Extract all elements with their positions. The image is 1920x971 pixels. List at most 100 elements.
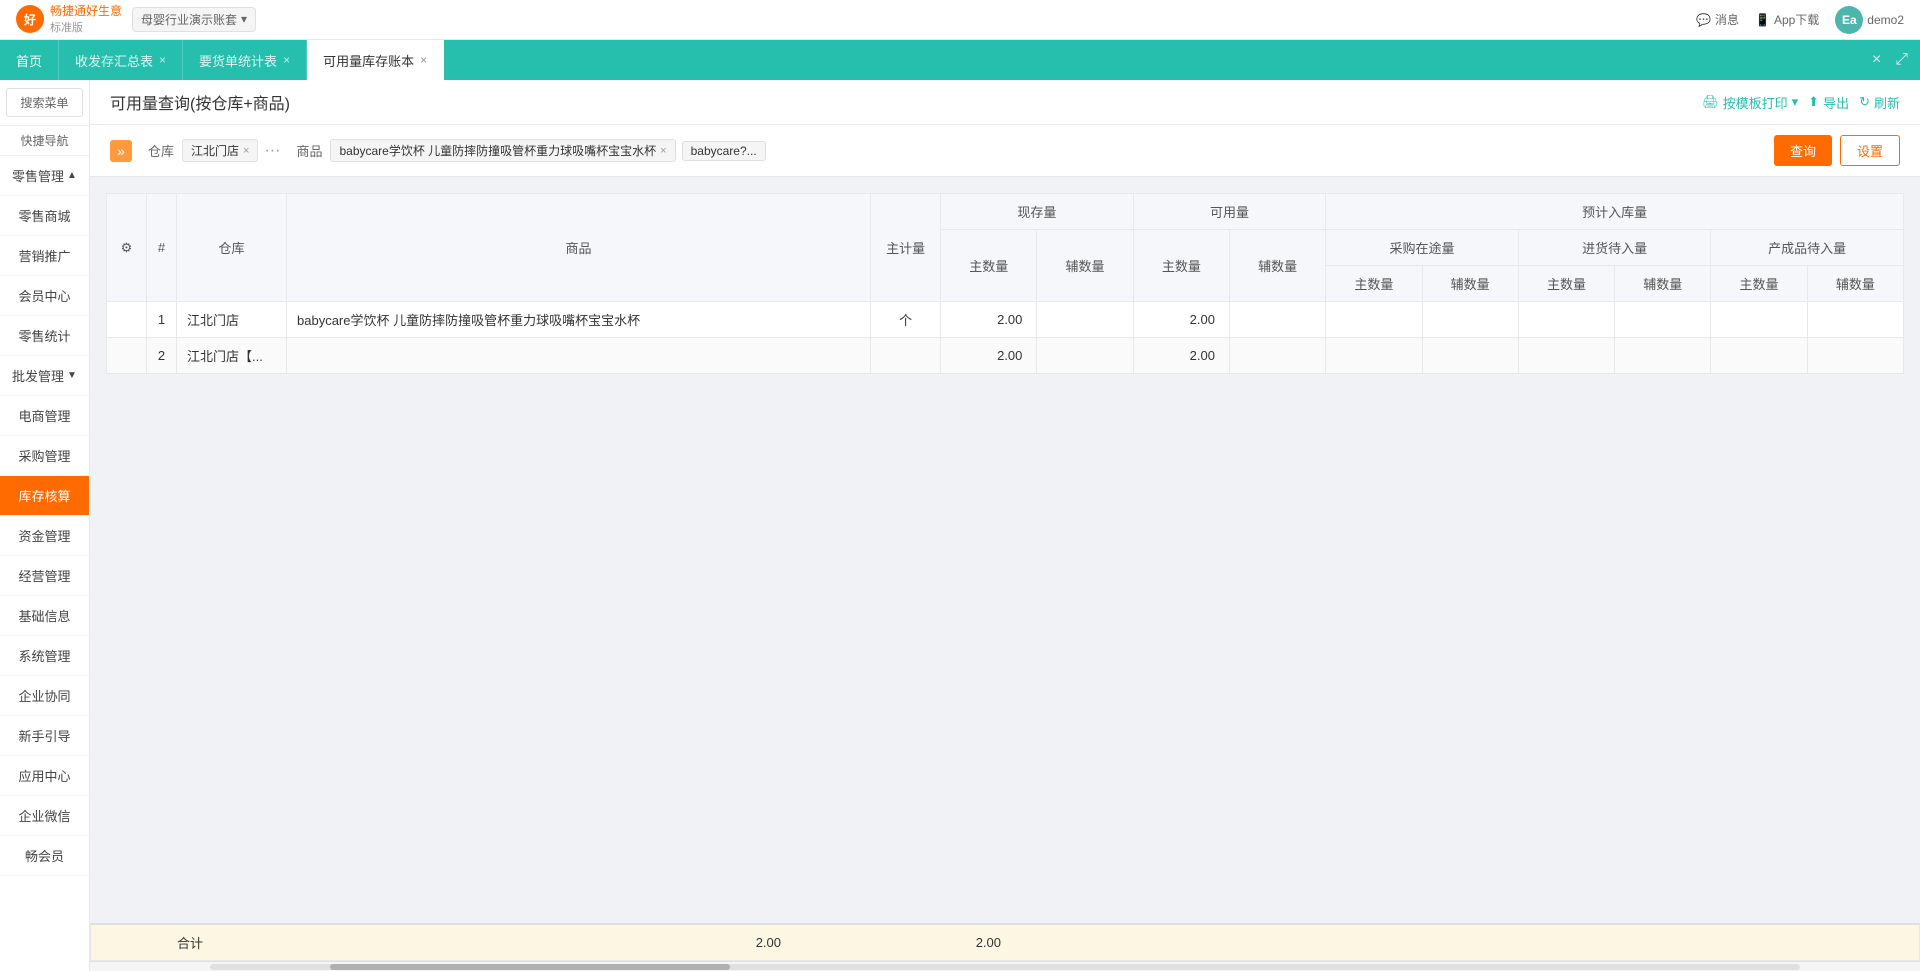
sidebar-item-marketing[interactable]: 营销推广 <box>0 236 89 276</box>
export-icon: ⬆ <box>1808 94 1819 110</box>
warehouse-filter-label: 仓库 <box>148 141 174 160</box>
tab-close-icon[interactable]: × <box>420 53 427 67</box>
table-row: 1 江北门店 babycare学饮杯 儿童防摔防撞吸管杯重力球吸嘴杯宝宝水杯 个… <box>107 302 1904 338</box>
sidebar-item-newbie[interactable]: 新手引导 <box>0 716 89 756</box>
row-unit <box>871 338 941 374</box>
tab-close-icon[interactable]: × <box>159 53 166 67</box>
filter-more-icon[interactable]: ··· <box>264 142 280 160</box>
sidebar-item-wholesale-mgmt[interactable]: 批发管理 ▼ <box>0 356 89 396</box>
filter-expand-button[interactable]: » <box>110 140 132 162</box>
th-warehouse: 仓库 <box>177 194 287 302</box>
query-button[interactable]: 查询 <box>1774 135 1832 166</box>
row-current-main: 2.00 <box>941 338 1037 374</box>
print-icon: 🖨 <box>1702 94 1719 110</box>
row-index: 1 <box>147 302 177 338</box>
tab-expand-button[interactable]: ⤢ <box>1891 47 1912 73</box>
product-tag-2[interactable]: babycare?... <box>682 141 766 161</box>
tab-bar-end: × ⤢ <box>1868 40 1920 80</box>
download-icon: 📱 <box>1755 13 1770 27</box>
tab-available-inventory[interactable]: 可用量库存账本 × <box>307 40 444 80</box>
tab-close-all-button[interactable]: × <box>1868 47 1885 73</box>
sidebar-item-operations[interactable]: 经营管理 <box>0 556 89 596</box>
tag-close-icon[interactable]: × <box>660 145 666 157</box>
warehouse-tag[interactable]: 江北门店 × <box>182 139 258 162</box>
th-incoming-aux: 辅数量 <box>1615 266 1711 302</box>
th-current-stock: 现存量 <box>941 194 1134 230</box>
row-purchase-main <box>1326 302 1422 338</box>
sidebar-item-retail-mall[interactable]: 零售商城 <box>0 196 89 236</box>
tab-close-icon[interactable]: × <box>283 53 290 67</box>
th-purchase-aux: 辅数量 <box>1422 266 1518 302</box>
row-finished-aux <box>1807 338 1903 374</box>
scrollbar-track <box>210 964 1800 970</box>
row-current-aux <box>1037 338 1133 374</box>
print-button[interactable]: 🖨 按模板打印 ▾ <box>1702 93 1798 112</box>
tag-close-icon[interactable]: × <box>243 145 249 157</box>
row-purchase-aux <box>1422 338 1518 374</box>
horizontal-scrollbar[interactable] <box>90 961 1920 971</box>
page-actions: 🖨 按模板打印 ▾ ⬆ 导出 ↻ 刷新 <box>1702 93 1900 112</box>
top-bar-right: 💬 消息 📱 App下载 Ea demo2 <box>1696 6 1904 34</box>
message-icon: 💬 <box>1696 13 1711 27</box>
page-title: 可用量查询(按仓库+商品) <box>110 90 290 114</box>
logo-text: 畅捷通好生意 标准版 <box>50 4 122 34</box>
sidebar-item-ecommerce[interactable]: 电商管理 <box>0 396 89 436</box>
app-download-button[interactable]: 📱 App下载 <box>1755 11 1819 28</box>
quick-nav-button[interactable]: 快捷导航 <box>0 126 89 156</box>
row-avail-main: 2.00 <box>1133 302 1229 338</box>
row-product <box>287 338 871 374</box>
logo-icon: 好 <box>16 5 44 33</box>
sidebar-item-purchase[interactable]: 采购管理 <box>0 436 89 476</box>
row-incoming-aux <box>1615 302 1711 338</box>
row-avail-aux <box>1229 302 1325 338</box>
industry-selector[interactable]: 母婴行业演示账套 ▾ <box>132 7 256 32</box>
top-bar-left: 好 畅捷通好生意 标准版 母婴行业演示账套 ▾ <box>16 4 256 34</box>
sidebar-item-inventory[interactable]: 库存核算 <box>0 476 89 516</box>
th-finished-main: 主数量 <box>1711 266 1807 302</box>
row-warehouse: 江北门店 <box>177 302 287 338</box>
th-purchase-in-transit: 采购在途量 <box>1326 230 1519 266</box>
warehouse-filter-group: 仓库 江北门店 × ··· <box>148 139 280 162</box>
th-unit: 主计量 <box>871 194 941 302</box>
export-button[interactable]: ⬆ 导出 <box>1808 93 1849 112</box>
inventory-table: ⚙ # 仓库 商品 主计量 现存量 可用量 预计入库量 主数量 辅数量 主数量 … <box>106 193 1904 374</box>
user-profile[interactable]: Ea demo2 <box>1835 6 1904 34</box>
row-current-aux <box>1037 302 1133 338</box>
sidebar-item-retail-mgmt[interactable]: 零售管理 ▲ <box>0 156 89 196</box>
sidebar-item-app-center[interactable]: 应用中心 <box>0 756 89 796</box>
logo-area: 好 畅捷通好生意 标准版 <box>16 4 122 34</box>
refresh-button[interactable]: ↻ 刷新 <box>1859 93 1900 112</box>
th-finished-pending: 产成品待入量 <box>1711 230 1904 266</box>
tab-receive-send[interactable]: 收发存汇总表 × <box>59 40 183 80</box>
row-warehouse: 江北门店【... <box>177 338 287 374</box>
settings-button[interactable]: 设置 <box>1840 135 1900 166</box>
sidebar-search-area: 搜索菜单 <box>0 80 89 126</box>
scrollbar-thumb[interactable] <box>330 964 730 970</box>
row-avail-aux <box>1229 338 1325 374</box>
th-product: 商品 <box>287 194 871 302</box>
content-area: 可用量查询(按仓库+商品) 🖨 按模板打印 ▾ ⬆ 导出 ↻ 刷新 » <box>90 80 1920 971</box>
row-incoming-main <box>1518 338 1614 374</box>
product-tags: babycare学饮杯 儿童防摔防撞吸管杯重力球吸嘴杯宝宝水杯 × babyca… <box>330 139 765 162</box>
message-button[interactable]: 💬 消息 <box>1696 11 1739 28</box>
sidebar-item-enterprise[interactable]: 企业协同 <box>0 676 89 716</box>
row-unit: 个 <box>871 302 941 338</box>
tab-requisition[interactable]: 要货单统计表 × <box>183 40 307 80</box>
search-menu-button[interactable]: 搜索菜单 <box>6 88 83 117</box>
product-tag-1[interactable]: babycare学饮杯 儿童防摔防撞吸管杯重力球吸嘴杯宝宝水杯 × <box>330 139 675 162</box>
sidebar-item-member[interactable]: 会员中心 <box>0 276 89 316</box>
th-finished-aux: 辅数量 <box>1807 266 1903 302</box>
refresh-icon: ↻ <box>1859 94 1870 110</box>
tab-bar: 首页 收发存汇总表 × 要货单统计表 × 可用量库存账本 × × ⤢ <box>0 40 1920 80</box>
sidebar-item-member2[interactable]: 畅会员 <box>0 836 89 876</box>
sidebar-item-wechat-biz[interactable]: 企业微信 <box>0 796 89 836</box>
chevron-down-icon: ▾ <box>241 12 247 26</box>
tab-home[interactable]: 首页 <box>0 40 59 80</box>
sidebar-item-retail-stats[interactable]: 零售统计 <box>0 316 89 356</box>
sidebar-item-system[interactable]: 系统管理 <box>0 636 89 676</box>
footer-label: 合计 <box>101 933 681 952</box>
footer-avail-main: 2.00 <box>901 935 1021 950</box>
sidebar: 搜索菜单 快捷导航 零售管理 ▲ 零售商城 营销推广 会员中心 零售统计 批发管… <box>0 80 90 971</box>
sidebar-item-finance[interactable]: 资金管理 <box>0 516 89 556</box>
sidebar-item-basic-info[interactable]: 基础信息 <box>0 596 89 636</box>
